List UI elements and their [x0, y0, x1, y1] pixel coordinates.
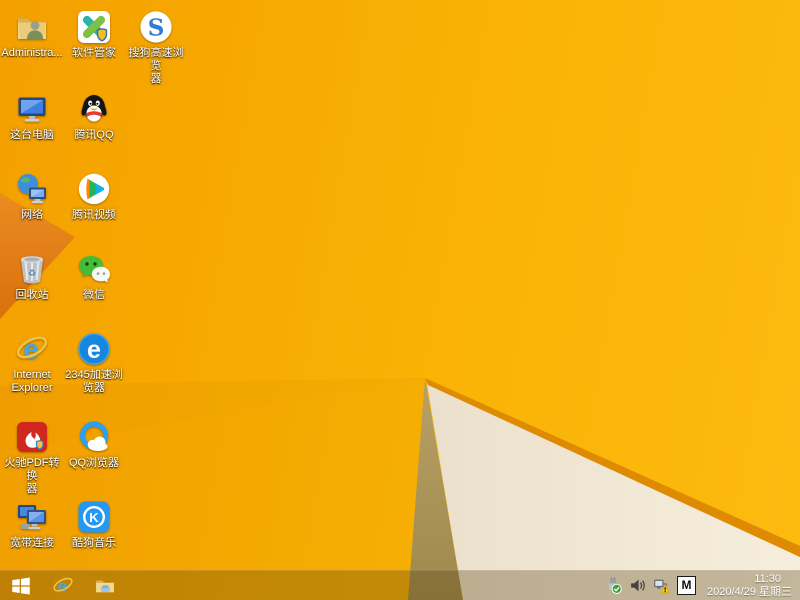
desktop-icon-internet-explorer[interactable]: e Internet Explorer — [0, 332, 64, 395]
desktop-icon-qq-browser[interactable]: QQ浏览器 — [62, 420, 126, 470]
desktop-icon-grid: Administra... 软件管家 S 搜狗高速浏览 器 这台电脑 腾讯QQ 网… — [0, 0, 800, 570]
desktop-icon-wechat[interactable]: 微信 — [62, 252, 126, 302]
usb-safely-remove-icon[interactable] — [605, 577, 622, 594]
desktop-icon-kugou-music[interactable]: K 酷狗音乐 — [62, 500, 126, 550]
svg-text:♻: ♻ — [28, 268, 36, 278]
desktop-icon-broadband[interactable]: 宽带连接 — [0, 500, 64, 550]
admin-folder-icon — [15, 10, 49, 44]
this-pc-icon — [15, 92, 49, 126]
tencent-video-icon — [77, 172, 111, 206]
2345-browser-icon: e — [77, 332, 111, 366]
system-tray: M 11:30 2020/4/29 星期三 — [605, 573, 800, 599]
desktop-icon-label: 搜狗高速浏览 器 — [128, 47, 184, 85]
desktop-icon-label: 宽带连接 — [10, 537, 54, 549]
desktop-icon-label: 2345加速浏 览器 — [65, 369, 123, 394]
ime-indicator[interactable]: M — [677, 576, 696, 595]
desktop-icon-software-manager[interactable]: 软件管家 — [62, 10, 126, 60]
desktop-icon-recycle-bin[interactable]: ♻ 回收站 — [0, 252, 64, 302]
windows-logo-icon — [11, 576, 31, 596]
desktop-icon-this-pc[interactable]: 这台电脑 — [0, 92, 64, 142]
wechat-icon — [77, 252, 111, 286]
network-warning-icon[interactable] — [653, 577, 670, 594]
desktop-icon-label: QQ浏览器 — [68, 457, 120, 469]
desktop-icon-label: 酷狗音乐 — [72, 537, 116, 549]
software-manager-icon — [77, 10, 111, 44]
taskbar-clock[interactable]: 11:30 2020/4/29 星期三 — [703, 573, 792, 599]
volume-icon[interactable] — [629, 577, 646, 594]
recycle-bin-icon: ♻ — [15, 252, 49, 286]
desktop-icon-label: 火驰PDF转换 器 — [4, 457, 60, 495]
taskbar-file-explorer-button[interactable] — [84, 571, 126, 600]
internet-explorer-icon: e — [52, 575, 74, 597]
desktop-icon-label: 微信 — [83, 289, 105, 301]
tencent-qq-icon — [77, 92, 111, 126]
desktop-icon-label: 腾讯QQ — [74, 129, 114, 141]
taskbar-internet-explorer-button[interactable]: e — [42, 571, 84, 600]
svg-text:e: e — [87, 336, 101, 364]
broadband-icon — [15, 500, 49, 534]
taskbar: e M 11:30 2020/4/29 星期三 — [0, 570, 800, 600]
desktop: Administra... 软件管家 S 搜狗高速浏览 器 这台电脑 腾讯QQ 网… — [0, 0, 800, 600]
desktop-icon-sogou-browser[interactable]: S 搜狗高速浏览 器 — [124, 10, 188, 86]
svg-text:S: S — [148, 15, 165, 42]
file-explorer-icon — [94, 575, 116, 597]
network-icon — [15, 172, 49, 206]
desktop-icon-tencent-qq[interactable]: 腾讯QQ — [62, 92, 126, 142]
desktop-icon-label: 这台电脑 — [10, 129, 54, 141]
desktop-icon-admin-folder[interactable]: Administra... — [0, 10, 64, 60]
pdf-converter-icon — [15, 420, 49, 454]
desktop-icon-label: 软件管家 — [72, 47, 116, 59]
svg-text:K: K — [89, 510, 99, 525]
desktop-icon-label: 网络 — [21, 209, 43, 221]
qq-browser-icon — [77, 420, 111, 454]
desktop-icon-label: 回收站 — [15, 289, 49, 301]
clock-time: 11:30 — [754, 572, 781, 585]
desktop-icon-tencent-video[interactable]: 腾讯视频 — [62, 172, 126, 222]
internet-explorer-icon: e — [15, 332, 49, 366]
kugou-music-icon: K — [77, 500, 111, 534]
desktop-icon-pdf-converter[interactable]: 火驰PDF转换 器 — [0, 420, 64, 496]
clock-date: 2020/4/29 星期三 — [707, 585, 792, 598]
desktop-icon-2345-browser[interactable]: e 2345加速浏 览器 — [62, 332, 126, 395]
desktop-icon-network[interactable]: 网络 — [0, 172, 64, 222]
sogou-browser-icon: S — [139, 10, 173, 44]
desktop-icon-label: Internet Explorer — [11, 369, 53, 394]
desktop-icon-label: 腾讯视频 — [72, 209, 116, 221]
start-button[interactable] — [0, 571, 42, 600]
desktop-icon-label: Administra... — [1, 47, 63, 59]
